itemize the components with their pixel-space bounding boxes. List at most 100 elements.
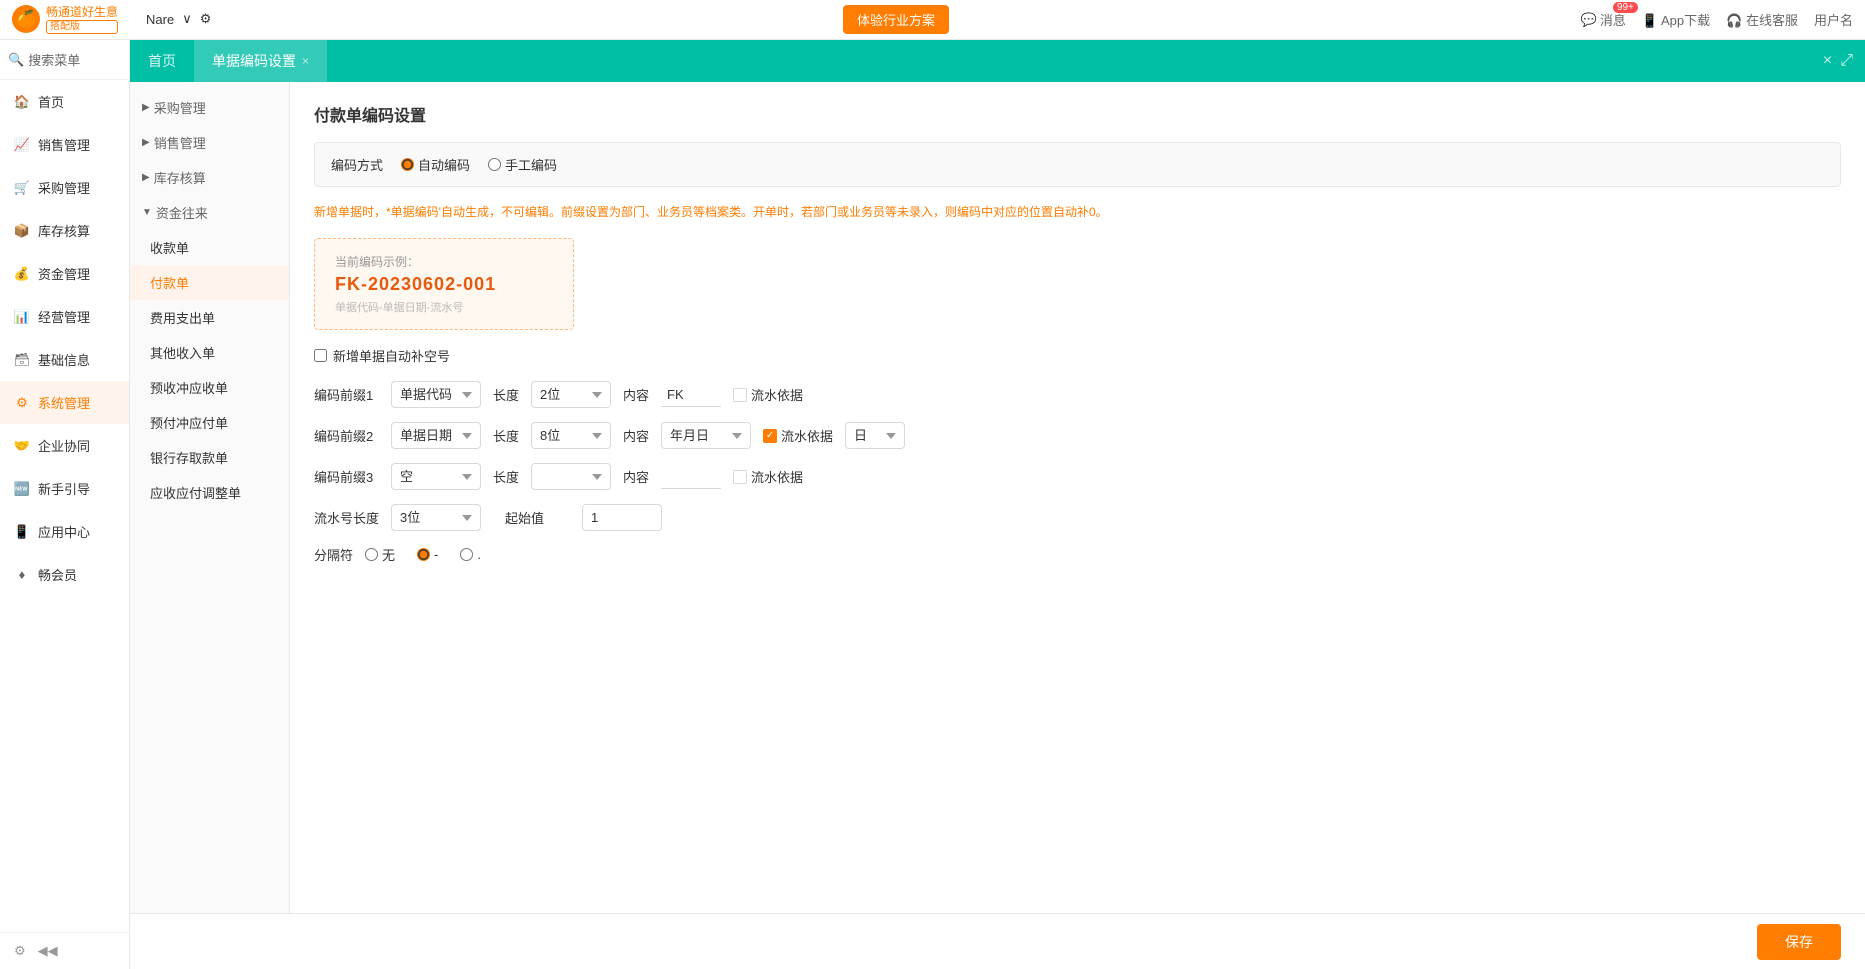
manual-encoding-option[interactable]: 手工编码	[488, 155, 557, 174]
top-bar: 🍊 畅通道好生意 搭配版 Nare ∨ ⚙ 体验行业方案 💬 消息 99+ 📱 …	[0, 0, 1865, 40]
tab-close-window-icon[interactable]: ×	[1823, 52, 1832, 70]
prefix-1-select[interactable]: 单据代码 单据代码	[391, 381, 481, 408]
sidebar-item-home[interactable]: 🏠 首页	[0, 80, 129, 123]
sub-group-inventory: ▶ 库存核算	[130, 160, 289, 195]
search-menu[interactable]: 🔍 搜索菜单	[0, 40, 129, 80]
prefix-3-select[interactable]: 空	[391, 463, 481, 490]
app-logo: 🍊 畅通道好生意 搭配版	[12, 5, 118, 33]
serial-2-check[interactable]: ✓ 流水依据	[763, 426, 833, 445]
serial-2-checkbox[interactable]: ✓	[763, 429, 777, 443]
sub-menu-item-prepaid-ap[interactable]: 预付冲应付单	[130, 405, 289, 440]
sidebar-item-purchase[interactable]: 🛒 采购管理	[0, 166, 129, 209]
sub-group-capital: ▼ 资金往来 收款单 付款单 费用支出单 其他收入单	[130, 195, 289, 510]
user-avatar[interactable]: 用户名	[1814, 10, 1853, 29]
sidebar-item-guide[interactable]: 🆕 新手引导	[0, 467, 129, 510]
serial-1-checkbox[interactable]	[733, 388, 747, 402]
prefix-2-label: 编码前缀2	[314, 426, 379, 445]
top-bar-center: 体验行业方案	[843, 5, 949, 34]
sidebar-item-basic[interactable]: 🗃 基础信息	[0, 338, 129, 381]
content-wrapper: ▶ 采购管理 ▶ 销售管理 ▶ 库存核算	[130, 82, 1865, 913]
sub-menu-header-purchase[interactable]: ▶ 采购管理	[130, 90, 289, 125]
nav-arrow-icon: ∨	[182, 11, 192, 27]
auto-encoding-option[interactable]: 自动编码	[401, 155, 470, 174]
sidebar-item-appcenter[interactable]: 📱 应用中心	[0, 510, 129, 553]
content-3-label: 内容	[623, 467, 649, 486]
length-1-select[interactable]: 2位	[531, 381, 611, 408]
download-icon: 📱	[1642, 13, 1658, 28]
sub-menu-item-bank[interactable]: 银行存取款单	[130, 440, 289, 475]
content-3-input[interactable]	[661, 465, 721, 489]
sub-menu-header-inventory[interactable]: ▶ 库存核算	[130, 160, 289, 195]
page-title: 付款单编码设置	[314, 102, 1841, 126]
company-name: Nare	[146, 12, 174, 27]
sidebar-item-sales[interactable]: 📈 销售管理	[0, 123, 129, 166]
app-icon: 📱	[14, 524, 30, 540]
prefix-2-select[interactable]: 单据日期	[391, 422, 481, 449]
serial-3-checkbox[interactable]	[733, 470, 747, 484]
sub-menu-header-sales[interactable]: ▶ 销售管理	[130, 125, 289, 160]
manual-encoding-radio[interactable]	[488, 158, 501, 171]
sep-none-option[interactable]: 无	[365, 545, 395, 564]
sidebar-item-enterprise[interactable]: 🤝 企业协同	[0, 424, 129, 467]
sidebar-item-member[interactable]: ♦ 畅会员	[0, 553, 129, 596]
sub-section-capital[interactable]: ▼ 资金往来	[130, 195, 289, 230]
serial-1-check[interactable]: 流水依据	[733, 385, 803, 404]
headset-icon: 🎧	[1726, 13, 1742, 28]
sep-dash-option[interactable]: -	[417, 547, 438, 562]
member-icon: ♦	[14, 567, 30, 583]
prefix-row-3: 编码前缀3 空 长度 内容 流水依据	[314, 463, 1841, 490]
top-bar-right: 💬 消息 99+ 📱 App下载 🎧 在线客服 用户名	[1581, 10, 1853, 29]
sep-dash-radio[interactable]	[417, 548, 430, 561]
sub-menu-item-prepaid-ar[interactable]: 预收冲应收单	[130, 370, 289, 405]
settings-icon[interactable]: ⚙	[200, 11, 212, 27]
sep-none-radio[interactable]	[365, 548, 378, 561]
system-icon: ⚙	[14, 395, 30, 411]
teal-tab-bar: 首页 单据编码设置 × × ⤢	[130, 40, 1865, 82]
sub-group-purchase: ▶ 采购管理	[130, 90, 289, 125]
message-button[interactable]: 💬 消息 99+	[1581, 10, 1626, 29]
sub-menu-item-other-income[interactable]: 其他收入单	[130, 335, 289, 370]
chevron-down-icon: ▼	[142, 207, 152, 218]
sidebar-item-finance[interactable]: 💰 资金管理	[0, 252, 129, 295]
content-1-input[interactable]	[661, 383, 721, 407]
tab-expand-icon[interactable]: ⤢	[1840, 52, 1853, 70]
length-2-select[interactable]: 8位	[531, 422, 611, 449]
length-2-label: 长度	[493, 426, 519, 445]
experience-button[interactable]: 体验行业方案	[843, 5, 949, 34]
period-select[interactable]: 日 月 年	[845, 422, 905, 449]
sidebar-item-operations[interactable]: 📊 经营管理	[0, 295, 129, 338]
collapse-icon[interactable]: ◀◀	[38, 943, 58, 959]
sub-menu-item-expense[interactable]: 费用支出单	[130, 300, 289, 335]
serial-length-select[interactable]: 3位 4位 5位	[391, 504, 481, 531]
logo-text: 畅通道好生意 搭配版	[46, 5, 118, 33]
sep-dot-option[interactable]: .	[460, 547, 481, 562]
encoding-method-section: 编码方式 自动编码 手工编码	[314, 142, 1841, 187]
tab-home[interactable]: 首页	[130, 40, 194, 82]
settings-bottom-icon[interactable]: ⚙	[14, 943, 26, 959]
sub-menu-item-receipt[interactable]: 收款单	[130, 230, 289, 265]
content-2-select[interactable]: 年月日	[661, 422, 751, 449]
sub-menu-item-adjustment[interactable]: 应收应付调整单	[130, 475, 289, 510]
sub-menu-item-payment[interactable]: 付款单	[130, 265, 289, 300]
sidebar-item-inventory[interactable]: 📦 库存核算	[0, 209, 129, 252]
serial-3-check[interactable]: 流水依据	[733, 467, 803, 486]
sep-dot-radio[interactable]	[460, 548, 473, 561]
code-preview-value: FK-20230602-001	[335, 274, 553, 295]
sidebar-item-system[interactable]: ⚙ 系统管理	[0, 381, 129, 424]
save-button[interactable]: 保存	[1757, 924, 1841, 960]
auto-encoding-radio[interactable]	[401, 158, 414, 171]
tab-current[interactable]: 单据编码设置 ×	[194, 40, 327, 82]
message-icon: 💬	[1581, 12, 1597, 28]
chevron-right-icon3: ▶	[142, 172, 150, 183]
start-value-input[interactable]	[582, 504, 662, 531]
length-1-label: 长度	[493, 385, 519, 404]
content-2-label: 内容	[623, 426, 649, 445]
length-3-select[interactable]	[531, 463, 611, 490]
top-nav-company[interactable]: Nare ∨ ⚙	[146, 11, 211, 27]
main-content: 付款单编码设置 编码方式 自动编码 手工编码 新增单据时，*单据编码'自动生成	[290, 82, 1865, 913]
app-download-button[interactable]: 📱 App下载	[1642, 10, 1710, 29]
online-service-button[interactable]: 🎧 在线客服	[1726, 10, 1798, 29]
finance-icon: 💰	[14, 266, 30, 282]
tab-close-icon[interactable]: ×	[302, 54, 309, 68]
auto-fill-checkbox[interactable]	[314, 349, 327, 362]
